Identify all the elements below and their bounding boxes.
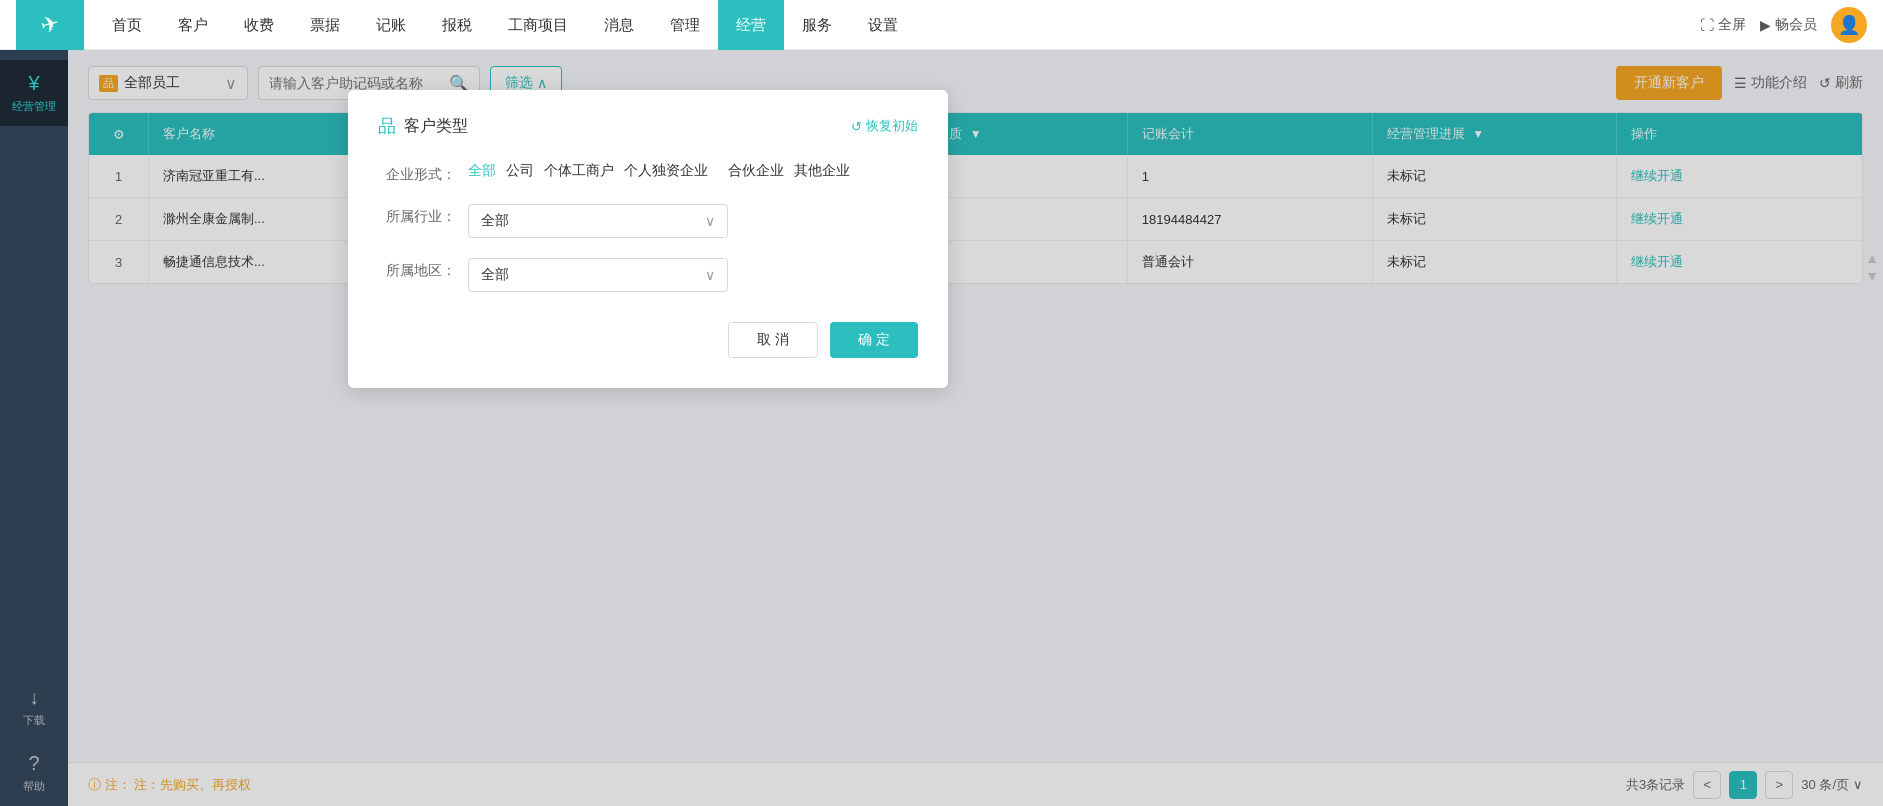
nav-home[interactable]: 首页 <box>94 0 160 50</box>
fullscreen-icon: ⛶ <box>1700 17 1714 33</box>
nav-manage[interactable]: 管理 <box>652 0 718 50</box>
nav-settings[interactable]: 设置 <box>850 0 916 50</box>
modal-title-text: 客户类型 <box>404 116 468 137</box>
operation-icon: ¥ <box>28 72 39 95</box>
industry-select[interactable]: 全部 ∨ <box>468 204 728 238</box>
region-select[interactable]: 全部 ∨ <box>468 258 728 292</box>
enterprise-form-row: 企业形式： 全部 公司 个体工商户 个人独资企业 合伙企业 其他企业 <box>378 162 918 184</box>
cancel-button[interactable]: 取 消 <box>728 322 818 358</box>
modal-header: 品 客户类型 ↺ 恢复初始 <box>378 114 918 138</box>
region-select-arrow: ∨ <box>705 267 715 283</box>
logo: ✈ <box>16 0 84 50</box>
sidebar-item-label-download: 下载 <box>23 713 45 728</box>
download-icon: ↓ <box>29 686 39 709</box>
main-content: 品 全部员工 ∨ 🔍 筛选 ∧ 开通新客户 ☰ 功能介绍 ↺ 刷新 <box>68 50 1883 806</box>
nav-message[interactable]: 消息 <box>586 0 652 50</box>
avatar[interactable]: 👤 <box>1831 7 1867 43</box>
industry-content: 全部 ∨ <box>468 204 918 238</box>
enterprise-option-other[interactable]: 其他企业 <box>794 162 850 180</box>
region-label: 所属地区： <box>378 258 468 280</box>
region-content: 全部 ∨ <box>468 258 918 292</box>
sidebar-item-help[interactable]: ? 帮助 <box>23 740 45 806</box>
sidebar: ¥ 经营管理 ↓ 下载 ? 帮助 <box>0 50 68 806</box>
region-form-row: 所属地区： 全部 ∨ <box>378 258 918 292</box>
enterprise-label: 企业形式： <box>378 162 468 184</box>
nav-fee[interactable]: 收费 <box>226 0 292 50</box>
nav-tax[interactable]: 报税 <box>424 0 490 50</box>
reset-label: 恢复初始 <box>866 117 918 135</box>
industry-select-arrow: ∨ <box>705 213 715 229</box>
filter-modal: 品 客户类型 ↺ 恢复初始 企业形式： 全部 公司 个体工商户 个人 <box>348 90 948 388</box>
modal-title-icon: 品 <box>378 114 396 138</box>
nav-items: 首页 客户 收费 票据 记账 报税 工商项目 消息 管理 经营 服务 设置 <box>94 0 1700 50</box>
enterprise-option-individual[interactable]: 个体工商户 <box>544 162 614 180</box>
logo-icon: ✈ <box>38 10 62 40</box>
region-value: 全部 <box>481 266 509 284</box>
nav-business[interactable]: 工商项目 <box>490 0 586 50</box>
enterprise-options: 全部 公司 个体工商户 个人独资企业 合伙企业 其他企业 <box>468 162 918 180</box>
sidebar-item-label-operation: 经营管理 <box>12 99 56 114</box>
enterprise-option-all[interactable]: 全部 <box>468 162 496 180</box>
nav-right-area: ⛶ 全屏 ▶ 畅会员 👤 <box>1700 7 1867 43</box>
industry-form-row: 所属行业： 全部 ∨ <box>378 204 918 238</box>
nav-ticket[interactable]: 票据 <box>292 0 358 50</box>
vip-label: 畅会员 <box>1775 16 1817 34</box>
filter-modal-overlay: 品 客户类型 ↺ 恢复初始 企业形式： 全部 公司 个体工商户 个人 <box>68 50 1883 806</box>
sidebar-item-operation[interactable]: ¥ 经营管理 <box>0 60 68 126</box>
modal-footer: 取 消 确 定 <box>378 322 918 358</box>
reset-icon: ↺ <box>851 119 862 134</box>
nav-customer[interactable]: 客户 <box>160 0 226 50</box>
sidebar-item-download[interactable]: ↓ 下载 <box>23 674 45 740</box>
vip-icon: ▶ <box>1760 17 1771 33</box>
enterprise-option-company[interactable]: 公司 <box>506 162 534 180</box>
modal-reset-button[interactable]: ↺ 恢复初始 <box>851 117 918 135</box>
help-icon: ? <box>28 752 39 775</box>
industry-label: 所属行业： <box>378 204 468 226</box>
fullscreen-label: 全屏 <box>1718 16 1746 34</box>
enterprise-option-sole[interactable]: 个人独资企业 <box>624 162 708 180</box>
vip-button[interactable]: ▶ 畅会员 <box>1760 16 1817 34</box>
nav-service[interactable]: 服务 <box>784 0 850 50</box>
top-navigation: ✈ 首页 客户 收费 票据 记账 报税 工商项目 消息 管理 经营 服务 设置 … <box>0 0 1883 50</box>
fullscreen-button[interactable]: ⛶ 全屏 <box>1700 16 1746 34</box>
sidebar-bottom: ↓ 下载 ? 帮助 <box>23 674 45 806</box>
nav-operation[interactable]: 经营 <box>718 0 784 50</box>
main-layout: ¥ 经营管理 ↓ 下载 ? 帮助 品 全部员工 ∨ 🔍 <box>0 50 1883 806</box>
modal-title: 品 客户类型 <box>378 114 468 138</box>
enterprise-option-partnership[interactable]: 合伙企业 <box>728 162 784 180</box>
sidebar-item-label-help: 帮助 <box>23 779 45 794</box>
industry-value: 全部 <box>481 212 509 230</box>
confirm-button[interactable]: 确 定 <box>830 322 918 358</box>
nav-bookkeeping[interactable]: 记账 <box>358 0 424 50</box>
